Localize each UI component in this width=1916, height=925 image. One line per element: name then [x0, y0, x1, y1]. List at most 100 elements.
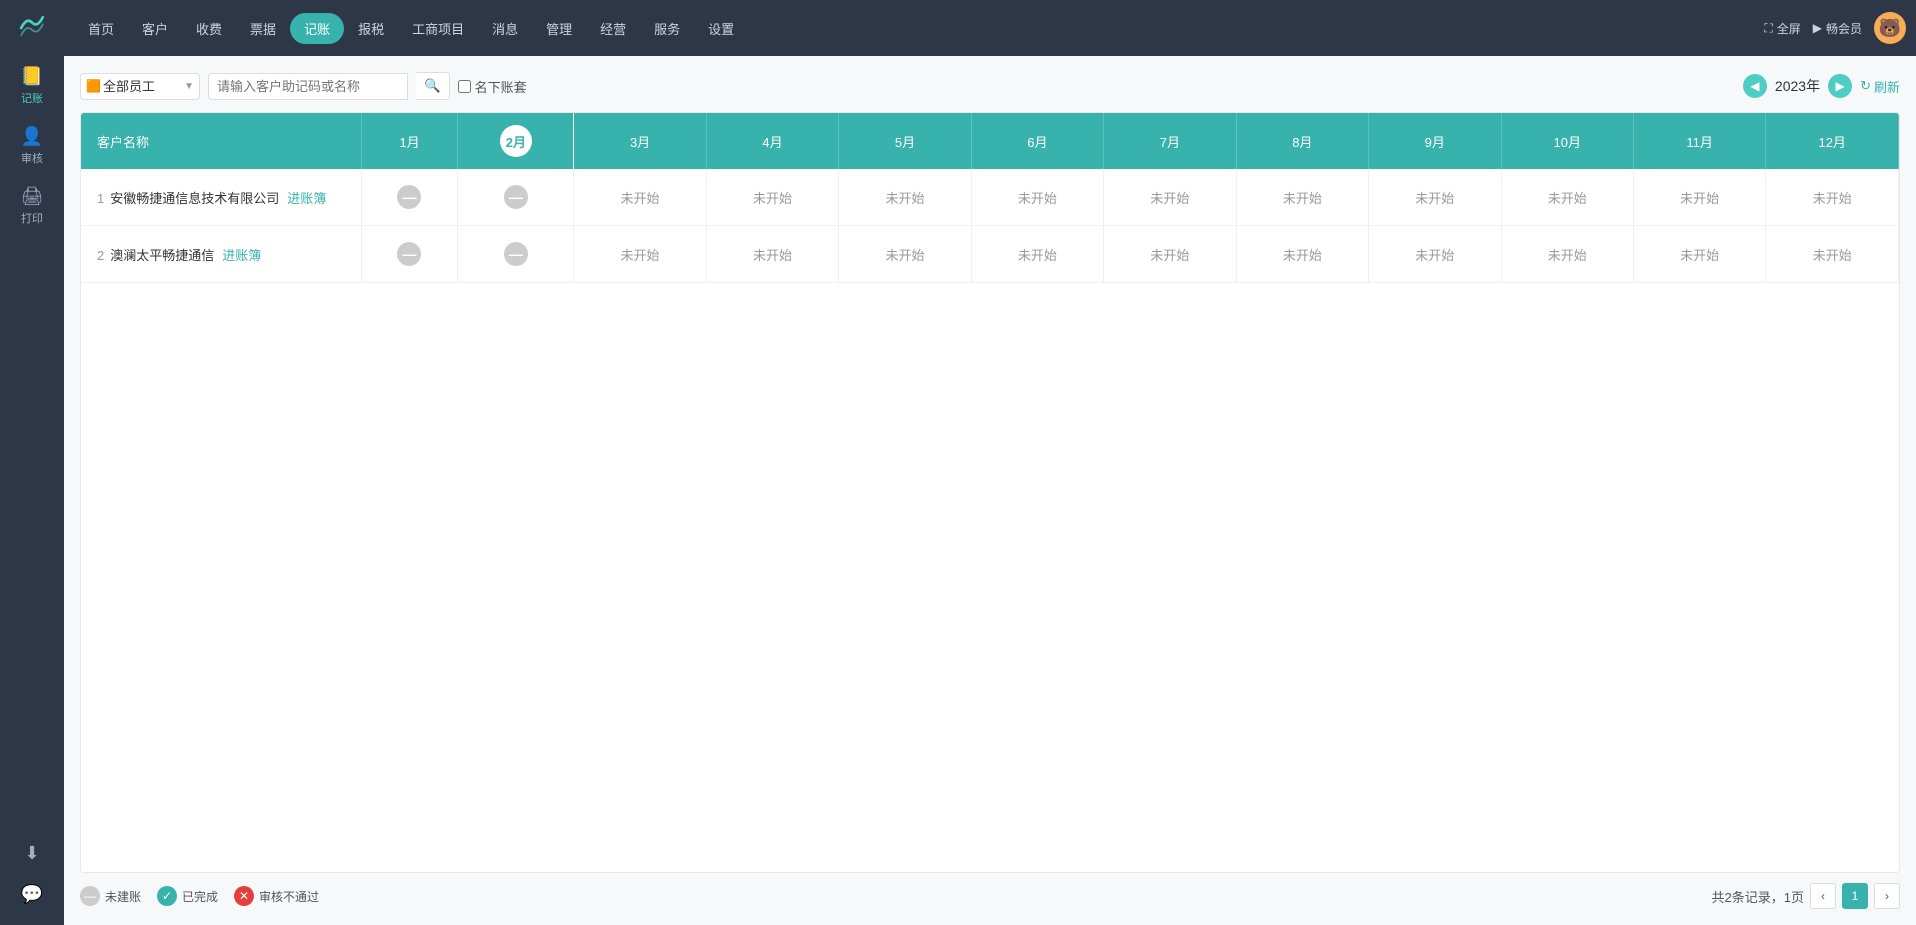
search-icon: 🔍 [424, 78, 441, 93]
cell-mar: 未开始 [574, 226, 706, 283]
nav-item-service[interactable]: 服务 [640, 13, 694, 44]
status-not-started: 未开始 [753, 191, 792, 206]
page-1-button[interactable]: 1 [1842, 883, 1868, 909]
nav-item-home[interactable]: 首页 [74, 13, 128, 44]
topnav-right: ⛶ 全屏 ▶ 畅会员 🐻 [1764, 12, 1906, 44]
nav-item-settings[interactable]: 设置 [694, 13, 748, 44]
audit-icon: 👤 [21, 126, 43, 147]
cell-jan: — [361, 226, 458, 283]
status-not-started: 未开始 [885, 191, 924, 206]
enter-link[interactable]: 进账簿 [287, 191, 326, 206]
cell-oct: 未开始 [1501, 169, 1633, 226]
fullscreen-label: 全屏 [1777, 20, 1801, 37]
status-not-started: 未开始 [621, 191, 660, 206]
status-dash-icon: — [504, 185, 528, 209]
status-not-started: 未开始 [1283, 191, 1322, 206]
logo-icon [14, 10, 50, 46]
enter-link[interactable]: 进账簿 [222, 248, 261, 263]
prev-year-button[interactable]: ◀ [1743, 74, 1767, 98]
sidebar-item-bookkeeping-label: 记账 [21, 90, 43, 106]
status-not-started: 未开始 [1415, 191, 1454, 206]
vip-button[interactable]: ▶ 畅会员 [1813, 20, 1862, 37]
nav-item-operation[interactable]: 经营 [586, 13, 640, 44]
bookkeeping-icon: 📒 [21, 66, 43, 87]
sidebar-bottom: ⬇ 💬 [0, 833, 64, 925]
status-not-started: 未开始 [1548, 191, 1587, 206]
sidebar-item-print-label: 打印 [21, 210, 43, 226]
prev-page-button[interactable]: ‹ [1810, 883, 1836, 909]
nav-item-tax[interactable]: 报税 [344, 13, 398, 44]
footer: — 未建账 ✓ 已完成 ✕ 审核不通过 共2条记录，1页 ‹ 1 › [80, 873, 1900, 909]
fullscreen-button[interactable]: ⛶ 全屏 [1764, 20, 1800, 37]
cell-jul: 未开始 [1104, 169, 1236, 226]
nav-item-billing[interactable]: 收费 [182, 13, 236, 44]
chevron-down-icon: ▼ [184, 81, 194, 92]
refresh-button[interactable]: ↻ 刷新 [1860, 77, 1900, 96]
content: 🟧 全部员工 ▼ 🔍 名下账套 ◀ 2023年 ▶ ↻ 刷新 [64, 56, 1916, 925]
cell-may: 未开始 [839, 226, 971, 283]
nav-item-bookkeeping[interactable]: 记账 [290, 13, 344, 44]
sidebar-item-download[interactable]: ⬇ [0, 833, 64, 874]
nav-item-message[interactable]: 消息 [478, 13, 532, 44]
legend-completed: ✓ 已完成 [157, 886, 218, 906]
current-month-circle: 2月 [500, 125, 532, 157]
status-not-started: 未开始 [1018, 248, 1057, 263]
status-dash-icon: — [397, 185, 421, 209]
status-not-started: 未开始 [1680, 248, 1719, 263]
col-sep: 9月 [1369, 113, 1501, 169]
nav-item-management[interactable]: 管理 [532, 13, 586, 44]
status-not-started: 未开始 [621, 248, 660, 263]
col-jul: 7月 [1104, 113, 1236, 169]
legend-not-built-label: 未建账 [105, 888, 141, 905]
sidebar: 📒 记账 👤 审核 🖨 打印 ⬇ 💬 [0, 0, 64, 925]
cell-feb: — [458, 169, 574, 226]
cell-jun: 未开始 [971, 226, 1103, 283]
next-year-button[interactable]: ▶ [1828, 74, 1852, 98]
table-header-row: 客户名称 1月 2月 3月 4月 5月 6月 7月 8月 9月 10月 11月 [81, 113, 1899, 169]
checkbox-label[interactable]: 名下账套 [458, 77, 527, 96]
sidebar-item-bookkeeping[interactable]: 📒 记账 [0, 56, 64, 116]
vip-label: 畅会员 [1826, 20, 1862, 37]
legend-rejected: ✕ 审核不通过 [234, 886, 319, 906]
legend-dot-gray: — [80, 886, 100, 906]
nav-item-business[interactable]: 工商项目 [398, 13, 478, 44]
sidebar-item-support[interactable]: 💬 [0, 874, 64, 915]
pagination: 共2条记录，1页 ‹ 1 › [1712, 883, 1900, 909]
total-records: 共2条记录，1页 [1712, 887, 1804, 906]
cell-nov: 未开始 [1633, 226, 1765, 283]
status-not-started: 未开始 [1680, 191, 1719, 206]
print-icon: 🖨 [21, 186, 44, 207]
status-dash-icon: — [397, 242, 421, 266]
sidebar-item-print[interactable]: 🖨 打印 [0, 176, 64, 236]
col-oct: 10月 [1501, 113, 1633, 169]
cell-dec: 未开始 [1766, 169, 1899, 226]
search-input[interactable] [208, 73, 408, 100]
col-client-name: 客户名称 [81, 113, 361, 169]
year-display: 2023年 [1775, 76, 1820, 96]
next-page-button[interactable]: › [1874, 883, 1900, 909]
download-icon: ⬇ [24, 843, 39, 864]
cell-aug: 未开始 [1236, 226, 1368, 283]
status-dash-icon: — [504, 242, 528, 266]
row-number: 1 [97, 191, 104, 206]
sidebar-item-audit[interactable]: 👤 审核 [0, 116, 64, 176]
nav-item-client[interactable]: 客户 [128, 13, 182, 44]
refresh-icon: ↻ [1860, 78, 1871, 94]
status-not-started: 未开始 [885, 248, 924, 263]
cell-nov: 未开始 [1633, 169, 1765, 226]
client-name-cell: 1安徽畅捷通信息技术有限公司进账簿 [81, 169, 361, 226]
main-table: 客户名称 1月 2月 3月 4月 5月 6月 7月 8月 9月 10月 11月 [81, 113, 1899, 283]
employee-icon: 🟧 [86, 79, 101, 93]
status-not-started: 未开始 [1415, 248, 1454, 263]
status-not-started: 未开始 [1150, 191, 1189, 206]
table-row: 1安徽畅捷通信息技术有限公司进账簿 — — 未开始 未开始 未开始 未开始 未开始 未开始 未开始… [81, 169, 1899, 226]
cell-jan: — [361, 169, 458, 226]
under-account-checkbox[interactable] [458, 80, 471, 93]
table-row: 2澳澜太平畅捷通信进账簿——未开始未开始未开始未开始未开始未开始未开始未开始未开… [81, 226, 1899, 283]
nav-item-invoice[interactable]: 票据 [236, 13, 290, 44]
col-mar: 3月 [574, 113, 706, 169]
user-avatar[interactable]: 🐻 [1874, 12, 1906, 44]
search-button[interactable]: 🔍 [416, 72, 450, 100]
col-feb: 2月 [458, 113, 574, 169]
status-not-started: 未开始 [1548, 248, 1587, 263]
